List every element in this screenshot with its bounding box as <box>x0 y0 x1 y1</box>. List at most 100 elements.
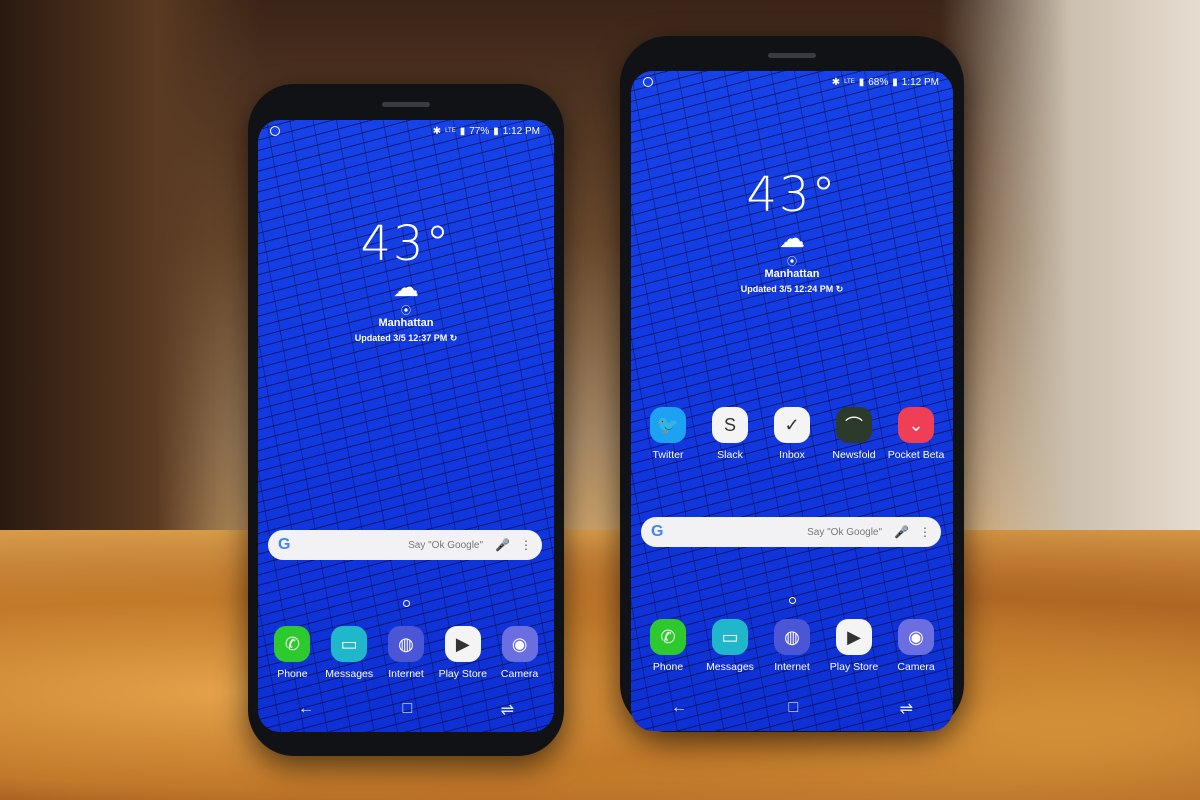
slack-icon: S <box>712 407 748 443</box>
weather-city: Manhattan <box>378 317 434 329</box>
location-pin-icon: ⦿ <box>401 306 411 317</box>
play-store-icon: ▶ <box>444 626 481 662</box>
earpiece <box>382 102 430 107</box>
temperature: 43° <box>746 167 838 223</box>
temperature: 43° <box>360 216 452 272</box>
app-newsfold[interactable]: ⌒ Newsfold <box>825 407 883 461</box>
app-messages[interactable]: ▭ Messages <box>701 619 759 673</box>
back-button[interactable]: ← <box>671 699 687 719</box>
app-label: Phone <box>277 668 308 680</box>
app-inbox[interactable]: ✓ Inbox <box>763 407 821 461</box>
app-play-store[interactable]: ▶ Play Store <box>825 619 883 673</box>
app-label: Pocket Beta <box>887 449 945 461</box>
recents-button[interactable]: ⇌ <box>501 700 514 720</box>
phone-galaxy-s9-plus: ✱ LTE ▮ 68% ▮ 1:12 PM 43° ☁ ⦿ Manhattan … <box>620 36 964 732</box>
search-hint: Say "Ok Google" <box>408 539 484 551</box>
battery-icon: ▮ <box>892 76 898 88</box>
app-slack[interactable]: S Slack <box>701 407 759 461</box>
dnd-icon <box>270 126 280 136</box>
app-label: Slack <box>717 449 743 461</box>
google-logo-icon: G <box>278 536 291 553</box>
more-options-icon[interactable]: ⋮ <box>520 538 532 552</box>
weather-widget[interactable]: 43° ☁ ⦿ Manhattan Updated 3/5 12:37 PM ↻ <box>258 216 554 344</box>
dock: ✆ Phone ▭ Messages ◍ Internet ▶ Play Store ◉ Came… <box>264 626 548 680</box>
wooden-table <box>0 530 1200 800</box>
phone-galaxy-s9: ✱ LTE ▮ 77% ▮ 1:12 PM 43° ☁ ⦿ Manhattan … <box>248 84 564 756</box>
phone-icon: ✆ <box>274 626 311 662</box>
battery-percent: 68% <box>868 76 889 88</box>
inbox-icon: ✓ <box>774 407 810 443</box>
app-label: Newsfold <box>832 449 876 461</box>
cloud-icon: ☁ <box>779 223 805 253</box>
page-indicator <box>789 597 796 604</box>
home-screen[interactable]: ✱ LTE ▮ 68% ▮ 1:12 PM 43° ☁ ⦿ Manhattan … <box>631 71 953 731</box>
phone-icon: ✆ <box>650 619 686 655</box>
dock: ✆ Phone ▭ Messages ◍ Internet ▶ Play Store ◉ Came… <box>637 619 947 673</box>
battery-percent: 77% <box>469 125 490 137</box>
app-messages[interactable]: ▭ Messages <box>321 626 378 680</box>
home-button[interactable]: □ <box>402 700 412 720</box>
camera-icon: ◉ <box>898 619 934 655</box>
cloud-icon: ☁ <box>393 272 419 302</box>
app-label: Camera <box>897 661 935 673</box>
status-bar: ✱ LTE ▮ 68% ▮ 1:12 PM <box>643 75 939 89</box>
refresh-icon[interactable]: ↻ <box>836 284 844 294</box>
refresh-icon[interactable]: ↻ <box>450 333 458 343</box>
app-label: Camera <box>500 668 539 680</box>
home-button[interactable]: □ <box>788 699 798 719</box>
clock: 1:12 PM <box>901 76 939 88</box>
mic-icon[interactable]: 🎤 <box>495 538 510 552</box>
network-label: LTE <box>445 128 456 134</box>
app-label: Messages <box>325 668 374 680</box>
signal-icon: ▮ <box>858 76 865 88</box>
google-search-bar[interactable]: G Say "Ok Google" 🎤 ⋮ <box>641 517 941 547</box>
google-search-bar[interactable]: G Say "Ok Google" 🎤 ⋮ <box>268 530 542 560</box>
earpiece <box>768 53 816 58</box>
app-label: Phone <box>652 661 684 673</box>
camera-icon: ◉ <box>501 626 538 662</box>
app-label: Play Store <box>438 668 488 680</box>
home-screen[interactable]: ✱ LTE ▮ 77% ▮ 1:12 PM 43° ☁ ⦿ Manhattan … <box>258 120 554 732</box>
app-internet[interactable]: ◍ Internet <box>378 626 435 680</box>
status-bar: ✱ LTE ▮ 77% ▮ 1:12 PM <box>270 124 540 138</box>
app-pocket-beta[interactable]: ⌄ Pocket Beta <box>887 407 945 461</box>
mic-icon[interactable]: 🎤 <box>894 525 909 539</box>
app-camera[interactable]: ◉ Camera <box>887 619 945 673</box>
weather-updated: Updated 3/5 12:24 PM <box>740 284 834 294</box>
navigation-bar: ← □ ⇌ <box>298 700 514 720</box>
app-row: 🐦 Twitter S Slack ✓ Inbox ⌒ Newsfold ⌄ Pocket Bet… <box>637 407 947 461</box>
internet-icon: ◍ <box>387 626 424 662</box>
background-left <box>0 0 260 540</box>
app-label: Inbox <box>779 449 805 461</box>
app-phone[interactable]: ✆ Phone <box>264 626 321 680</box>
network-label: LTE <box>844 79 855 85</box>
app-label: Twitter <box>652 449 684 461</box>
app-label: Play Store <box>829 661 879 673</box>
google-logo-icon: G <box>651 523 664 540</box>
location-pin-icon: ⦿ <box>787 257 797 268</box>
app-internet[interactable]: ◍ Internet <box>763 619 821 673</box>
signal-icon: ▮ <box>459 125 466 137</box>
more-options-icon[interactable]: ⋮ <box>919 525 931 539</box>
bluetooth-icon: ✱ <box>432 125 442 137</box>
app-twitter[interactable]: 🐦 Twitter <box>639 407 697 461</box>
weather-city: Manhattan <box>764 268 820 280</box>
weather-updated: Updated 3/5 12:37 PM <box>354 333 448 343</box>
app-phone[interactable]: ✆ Phone <box>639 619 697 673</box>
app-label: Internet <box>774 661 810 673</box>
newsfold-icon: ⌒ <box>836 407 872 443</box>
app-camera[interactable]: ◉ Camera <box>491 626 548 680</box>
dnd-icon <box>643 77 653 87</box>
recents-button[interactable]: ⇌ <box>900 699 913 719</box>
messages-icon: ▭ <box>712 619 748 655</box>
messages-icon: ▭ <box>331 626 368 662</box>
twitter-icon: 🐦 <box>650 407 686 443</box>
page-indicator <box>403 600 410 607</box>
app-play-store[interactable]: ▶ Play Store <box>434 626 491 680</box>
navigation-bar: ← □ ⇌ <box>671 699 913 719</box>
weather-widget[interactable]: 43° ☁ ⦿ Manhattan Updated 3/5 12:24 PM ↻ <box>631 167 953 295</box>
back-button[interactable]: ← <box>298 700 314 720</box>
search-hint: Say "Ok Google" <box>807 526 883 538</box>
clock: 1:12 PM <box>502 125 540 137</box>
background-right <box>940 0 1200 540</box>
